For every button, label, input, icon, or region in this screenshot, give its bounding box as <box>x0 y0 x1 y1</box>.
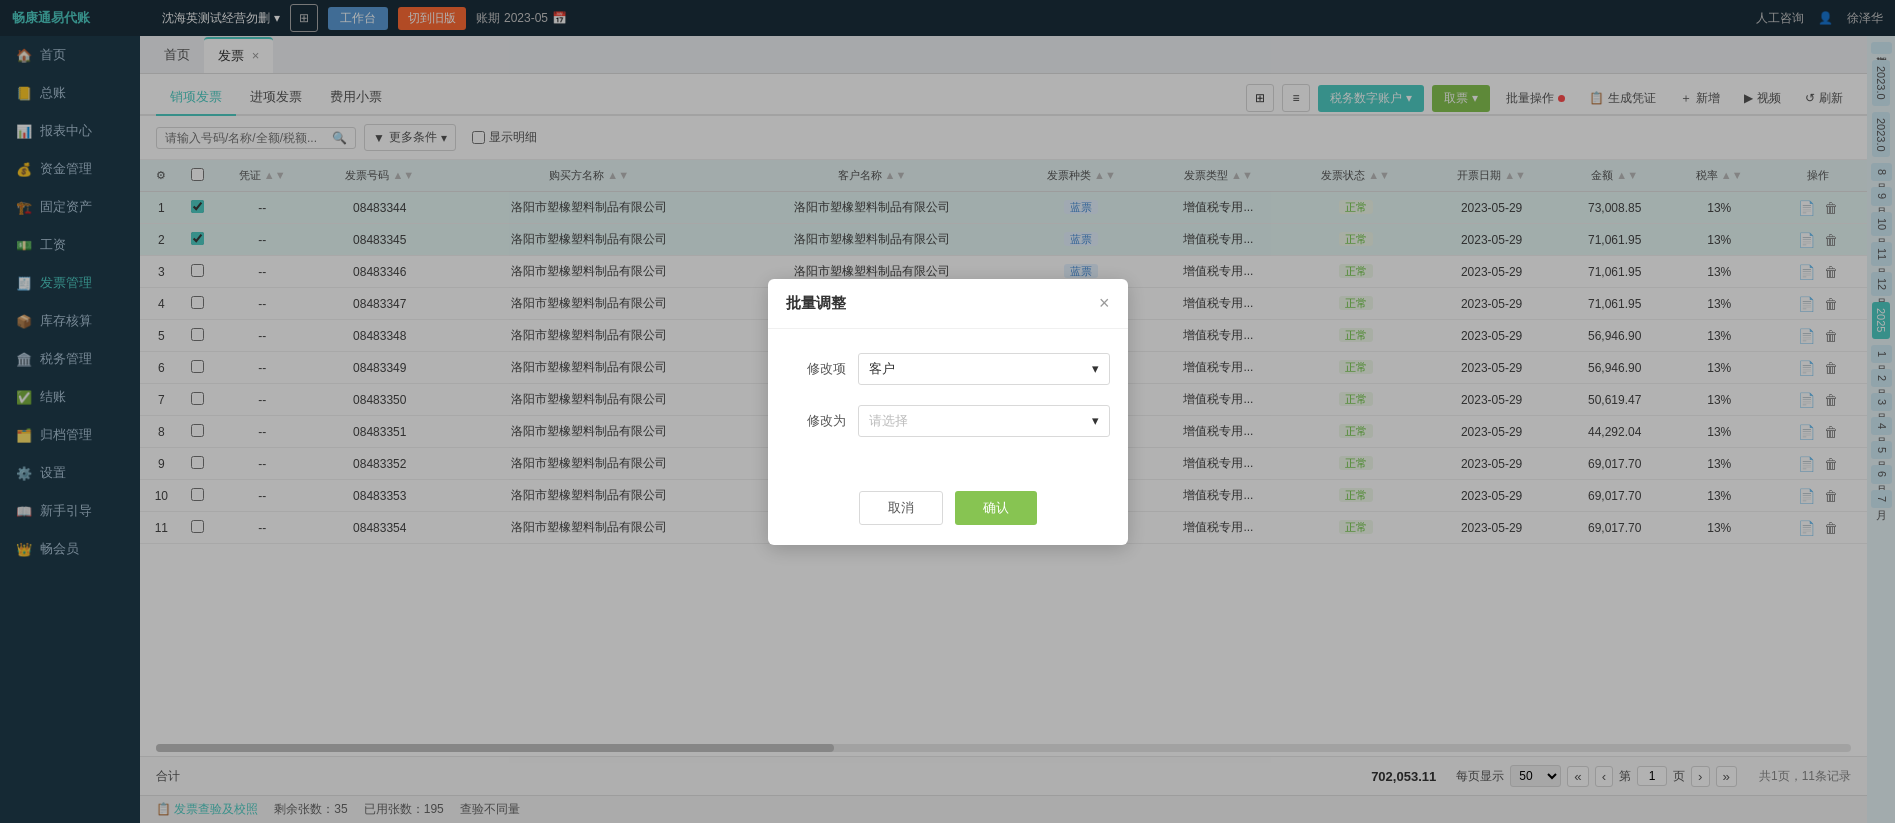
modal-header: 批量调整 × <box>768 279 1128 329</box>
modify-field-row: 修改项 客户 ▾ <box>786 353 1110 385</box>
modal-close-btn[interactable]: × <box>1099 293 1110 314</box>
modal-footer: 取消 确认 <box>768 481 1128 545</box>
modal-title: 批量调整 <box>786 294 846 313</box>
modal-body: 修改项 客户 ▾ 修改为 请选择 ▾ <box>768 329 1128 481</box>
modify-field-label: 修改项 <box>786 360 846 378</box>
modify-field-dropdown-icon: ▾ <box>1092 361 1099 376</box>
modify-to-dropdown-icon: ▾ <box>1092 413 1099 428</box>
modify-field-select[interactable]: 客户 ▾ <box>858 353 1110 385</box>
modify-to-row: 修改为 请选择 ▾ <box>786 405 1110 437</box>
modal-overlay[interactable]: 批量调整 × 修改项 客户 ▾ 修改为 请选择 ▾ 取消 确认 <box>0 0 1895 823</box>
modify-to-label: 修改为 <box>786 412 846 430</box>
modify-to-select[interactable]: 请选择 ▾ <box>858 405 1110 437</box>
modify-field-value: 客户 <box>869 360 895 378</box>
confirm-btn[interactable]: 确认 <box>955 491 1037 525</box>
modify-to-placeholder: 请选择 <box>869 412 908 430</box>
cancel-btn[interactable]: 取消 <box>859 491 943 525</box>
batch-adjust-modal: 批量调整 × 修改项 客户 ▾ 修改为 请选择 ▾ 取消 确认 <box>768 279 1128 545</box>
